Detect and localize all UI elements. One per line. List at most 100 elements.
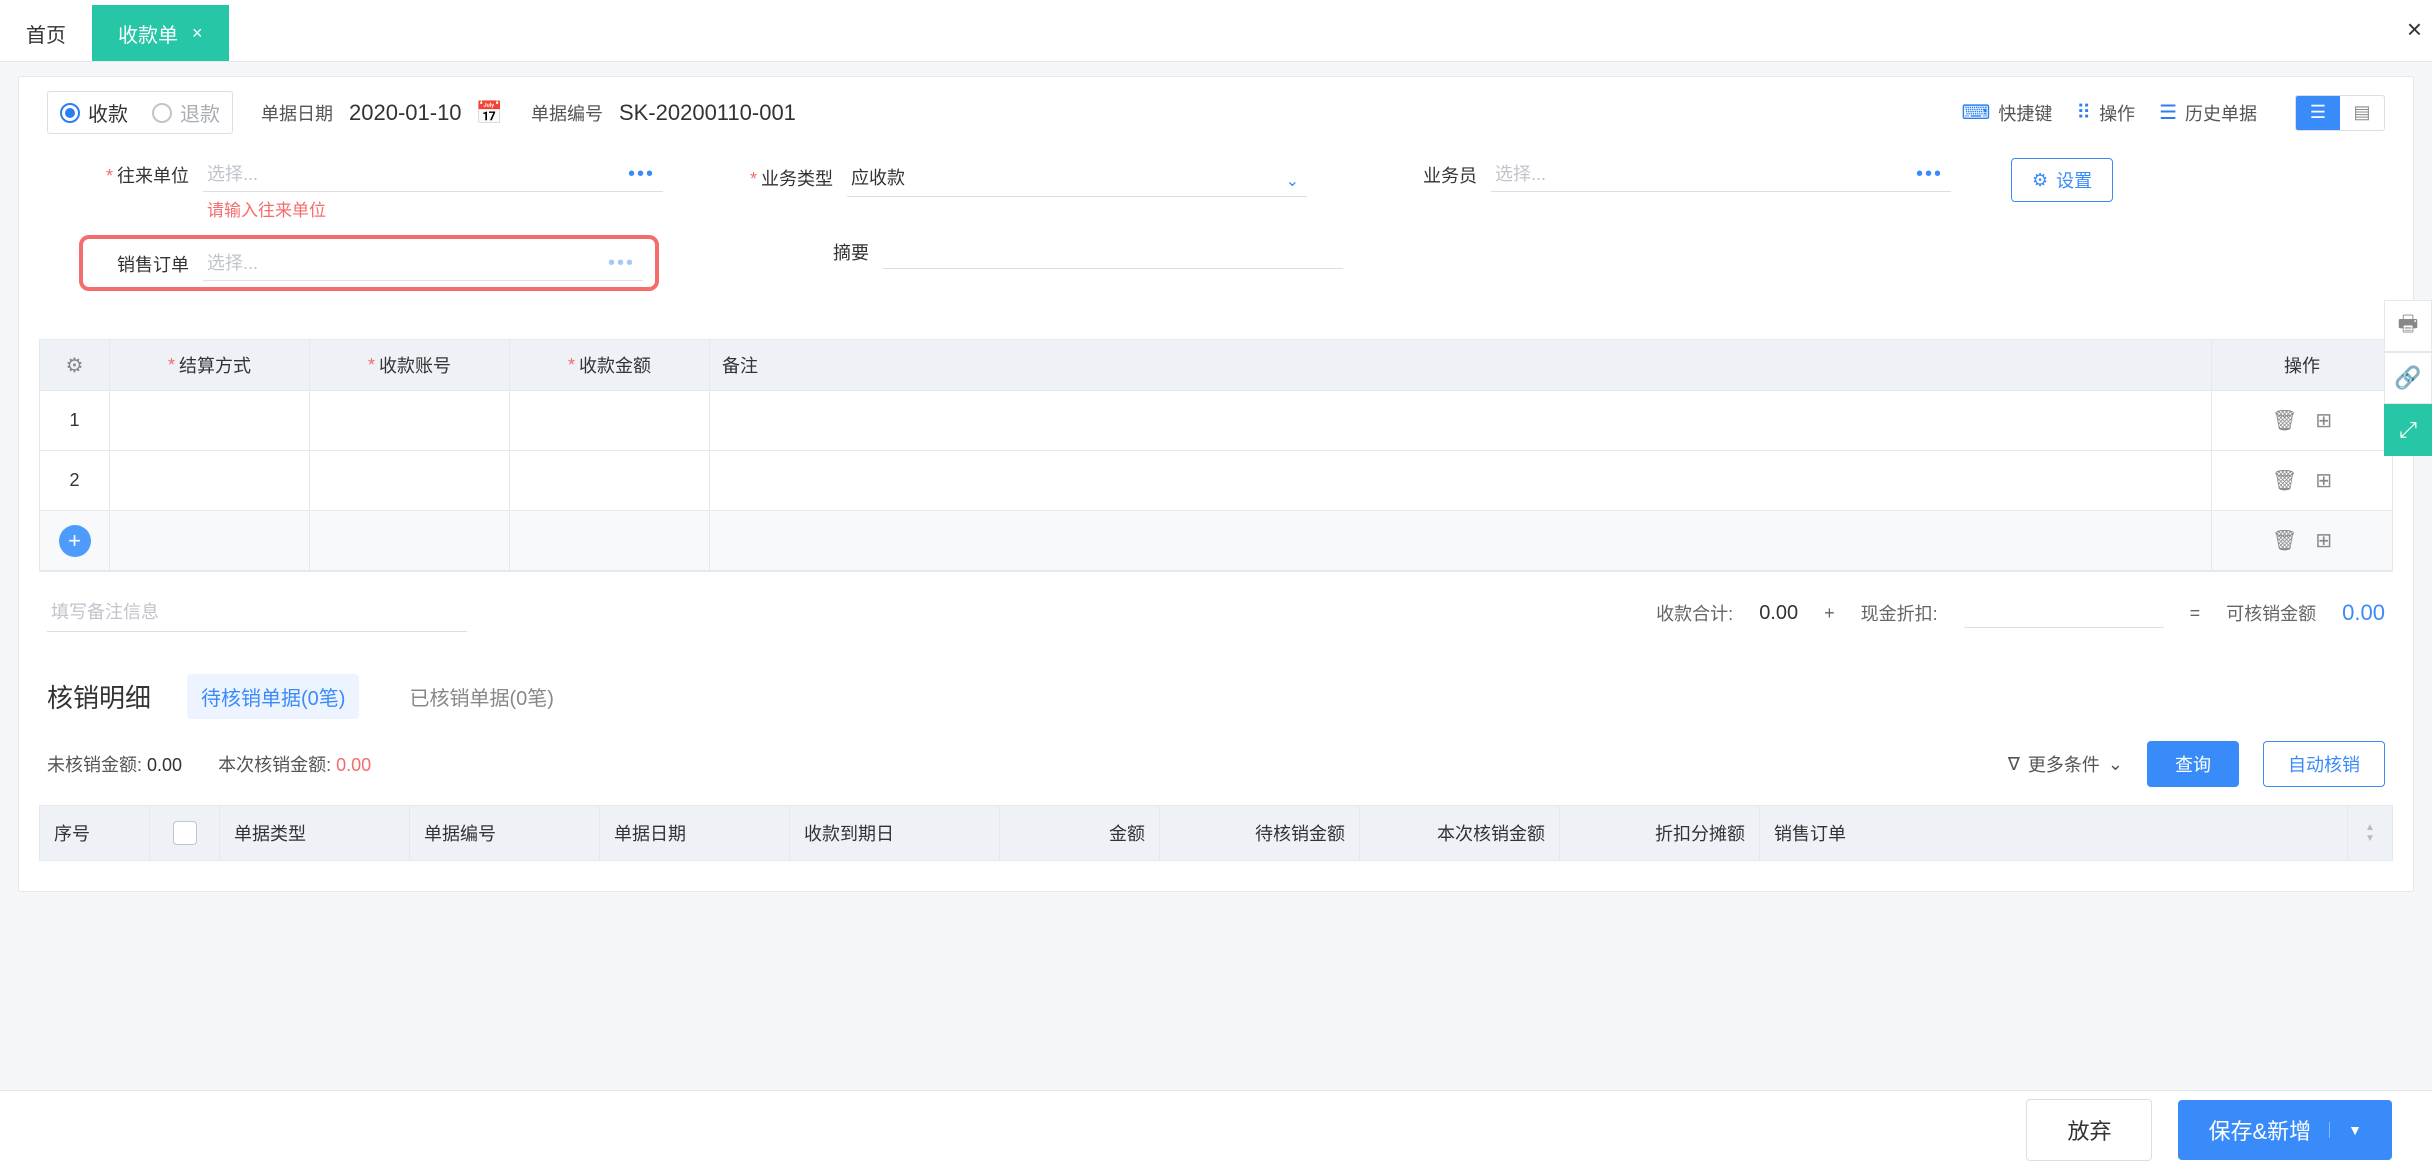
col-doc-date: 单据日期: [600, 806, 790, 860]
col-pending: 待核销金额: [1160, 806, 1360, 860]
col-seq: 序号: [40, 806, 150, 860]
cash-discount-input[interactable]: [1964, 598, 2164, 628]
link-icon[interactable]: 🔗: [2384, 352, 2432, 404]
date-label: 单据日期: [261, 100, 333, 126]
add-icon[interactable]: ⊞: [2315, 468, 2332, 493]
operate-link[interactable]: ⠿ 操作: [2076, 100, 2135, 126]
shortcut-link[interactable]: ⌨ 快捷键: [1962, 100, 2053, 126]
receipt-total-label: 收款合计:: [1656, 600, 1733, 626]
biz-type-select[interactable]: 应收款: [847, 158, 1307, 197]
detail-section-title: 核销明细: [47, 678, 151, 715]
sales-order-label: 销售订单: [95, 251, 189, 277]
close-icon[interactable]: ×: [192, 23, 203, 44]
sales-order-input[interactable]: [203, 247, 643, 281]
unwriteoff-value: 0.00: [147, 755, 182, 775]
tab-home[interactable]: 首页: [0, 5, 92, 61]
chevron-down-icon[interactable]: ⌄: [1286, 171, 1299, 191]
col-this-writeoff: 本次核销金额: [1360, 806, 1560, 860]
gear-icon: ⚙: [2032, 170, 2048, 191]
summary-label: 摘要: [759, 239, 869, 265]
more-icon[interactable]: •••: [628, 163, 655, 186]
gear-icon[interactable]: ⚙: [40, 340, 110, 390]
radio-receipt[interactable]: 收款: [60, 98, 128, 127]
tab-receipt[interactable]: 收款单 ×: [92, 5, 229, 61]
party-error: 请输入往来单位: [207, 196, 663, 221]
party-input[interactable]: [203, 158, 663, 192]
more-conditions-link[interactable]: ∇ 更多条件 ⌄: [2008, 751, 2123, 777]
footer-bar: 放弃 保存&新增 ▼: [0, 1090, 2432, 1168]
chevron-down-icon[interactable]: ▼: [2329, 1122, 2362, 1138]
grid-icon: ⠿: [2076, 100, 2091, 125]
trash-icon[interactable]: 🗑: [2272, 408, 2297, 433]
query-button[interactable]: 查询: [2147, 741, 2239, 787]
number-label: 单据编号: [531, 100, 603, 126]
remark-input[interactable]: [47, 594, 467, 632]
equals-sign: =: [2190, 603, 2201, 624]
salesman-label: 业务员: [1367, 162, 1477, 188]
cell-note[interactable]: [710, 391, 2212, 450]
view-toggle: ☰ ▤: [2295, 95, 2385, 131]
col-note: 备注: [710, 340, 2212, 390]
save-and-new-button[interactable]: 保存&新增 ▼: [2178, 1100, 2392, 1160]
auto-writeoff-button[interactable]: 自动核销: [2263, 741, 2385, 787]
col-amount: *收款金额: [510, 340, 710, 390]
history-link[interactable]: ☰ 历史单据: [2159, 100, 2257, 126]
col-due-date: 收款到期日: [790, 806, 1000, 860]
this-writeoff-value: 0.00: [336, 755, 371, 775]
table-row: 1 🗑 ⊞: [40, 391, 2392, 451]
sort-icon[interactable]: ▲▼: [2348, 806, 2392, 860]
cell-note[interactable]: [710, 451, 2212, 510]
chevron-down-icon: ⌄: [2108, 754, 2123, 775]
col-amount: 金额: [1000, 806, 1160, 860]
add-icon[interactable]: ⊞: [2315, 408, 2332, 433]
trash-icon[interactable]: 🗑: [2272, 468, 2297, 493]
date-value[interactable]: 2020-01-10: [349, 100, 462, 126]
more-icon[interactable]: •••: [608, 252, 635, 275]
row-seq: 2: [40, 451, 110, 510]
view-card-button[interactable]: ▤: [2340, 96, 2384, 130]
close-all-icon[interactable]: ×: [2407, 14, 2422, 45]
summary-field: 摘要: [759, 235, 1343, 269]
biz-type-field: *业务类型 应收款 ⌄: [723, 158, 1307, 197]
col-doc-no: 单据编号: [410, 806, 600, 860]
radio-icon: [60, 103, 80, 123]
trash-icon[interactable]: 🗑: [2272, 528, 2297, 553]
abandon-button[interactable]: 放弃: [2026, 1099, 2152, 1161]
radio-refund[interactable]: 退款: [152, 98, 220, 127]
add-row-button[interactable]: +: [59, 525, 91, 557]
tab-done-docs[interactable]: 已核销单据(0笔): [395, 674, 567, 719]
cell-amount[interactable]: [510, 451, 710, 510]
col-account: *收款账号: [310, 340, 510, 390]
cell-account[interactable]: [310, 391, 510, 450]
cell-settle[interactable]: [110, 451, 310, 510]
sales-order-highlight: 销售订单 •••: [79, 235, 659, 291]
this-writeoff-label: 本次核销金额:: [218, 755, 331, 775]
tab-pending-docs[interactable]: 待核销单据(0笔): [187, 674, 359, 719]
col-sales-order: 销售订单: [1760, 806, 2348, 860]
more-icon[interactable]: •••: [1916, 163, 1943, 186]
plus-sign: +: [1824, 603, 1835, 624]
party-label: *往来单位: [79, 162, 189, 188]
list-icon: ☰: [2159, 100, 2177, 125]
col-discount: 折扣分摊额: [1560, 806, 1760, 860]
writeoff-amount-value: 0.00: [2342, 600, 2385, 626]
cash-discount-label: 现金折扣:: [1861, 600, 1938, 626]
col-action: 操作: [2212, 340, 2392, 390]
salesman-input[interactable]: [1491, 158, 1951, 192]
add-icon[interactable]: ⊞: [2315, 528, 2332, 553]
receipt-total-value: 0.00: [1759, 602, 1798, 625]
view-list-button[interactable]: ☰: [2296, 96, 2340, 130]
cell-amount[interactable]: [510, 391, 710, 450]
cell-account[interactable]: [310, 451, 510, 510]
expand-icon[interactable]: ⤢: [2384, 404, 2432, 456]
select-all-checkbox[interactable]: [173, 821, 197, 845]
print-icon[interactable]: 🖶: [2384, 300, 2432, 352]
summary-input[interactable]: [883, 235, 1343, 269]
settings-button[interactable]: ⚙ 设置: [2011, 158, 2113, 202]
party-field: *往来单位 •••: [79, 158, 663, 192]
radio-refund-label: 退款: [180, 98, 220, 127]
filter-icon: ∇: [2008, 754, 2020, 775]
calendar-icon[interactable]: 📅: [476, 100, 503, 126]
cell-settle[interactable]: [110, 391, 310, 450]
keyboard-icon: ⌨: [1962, 100, 1991, 125]
